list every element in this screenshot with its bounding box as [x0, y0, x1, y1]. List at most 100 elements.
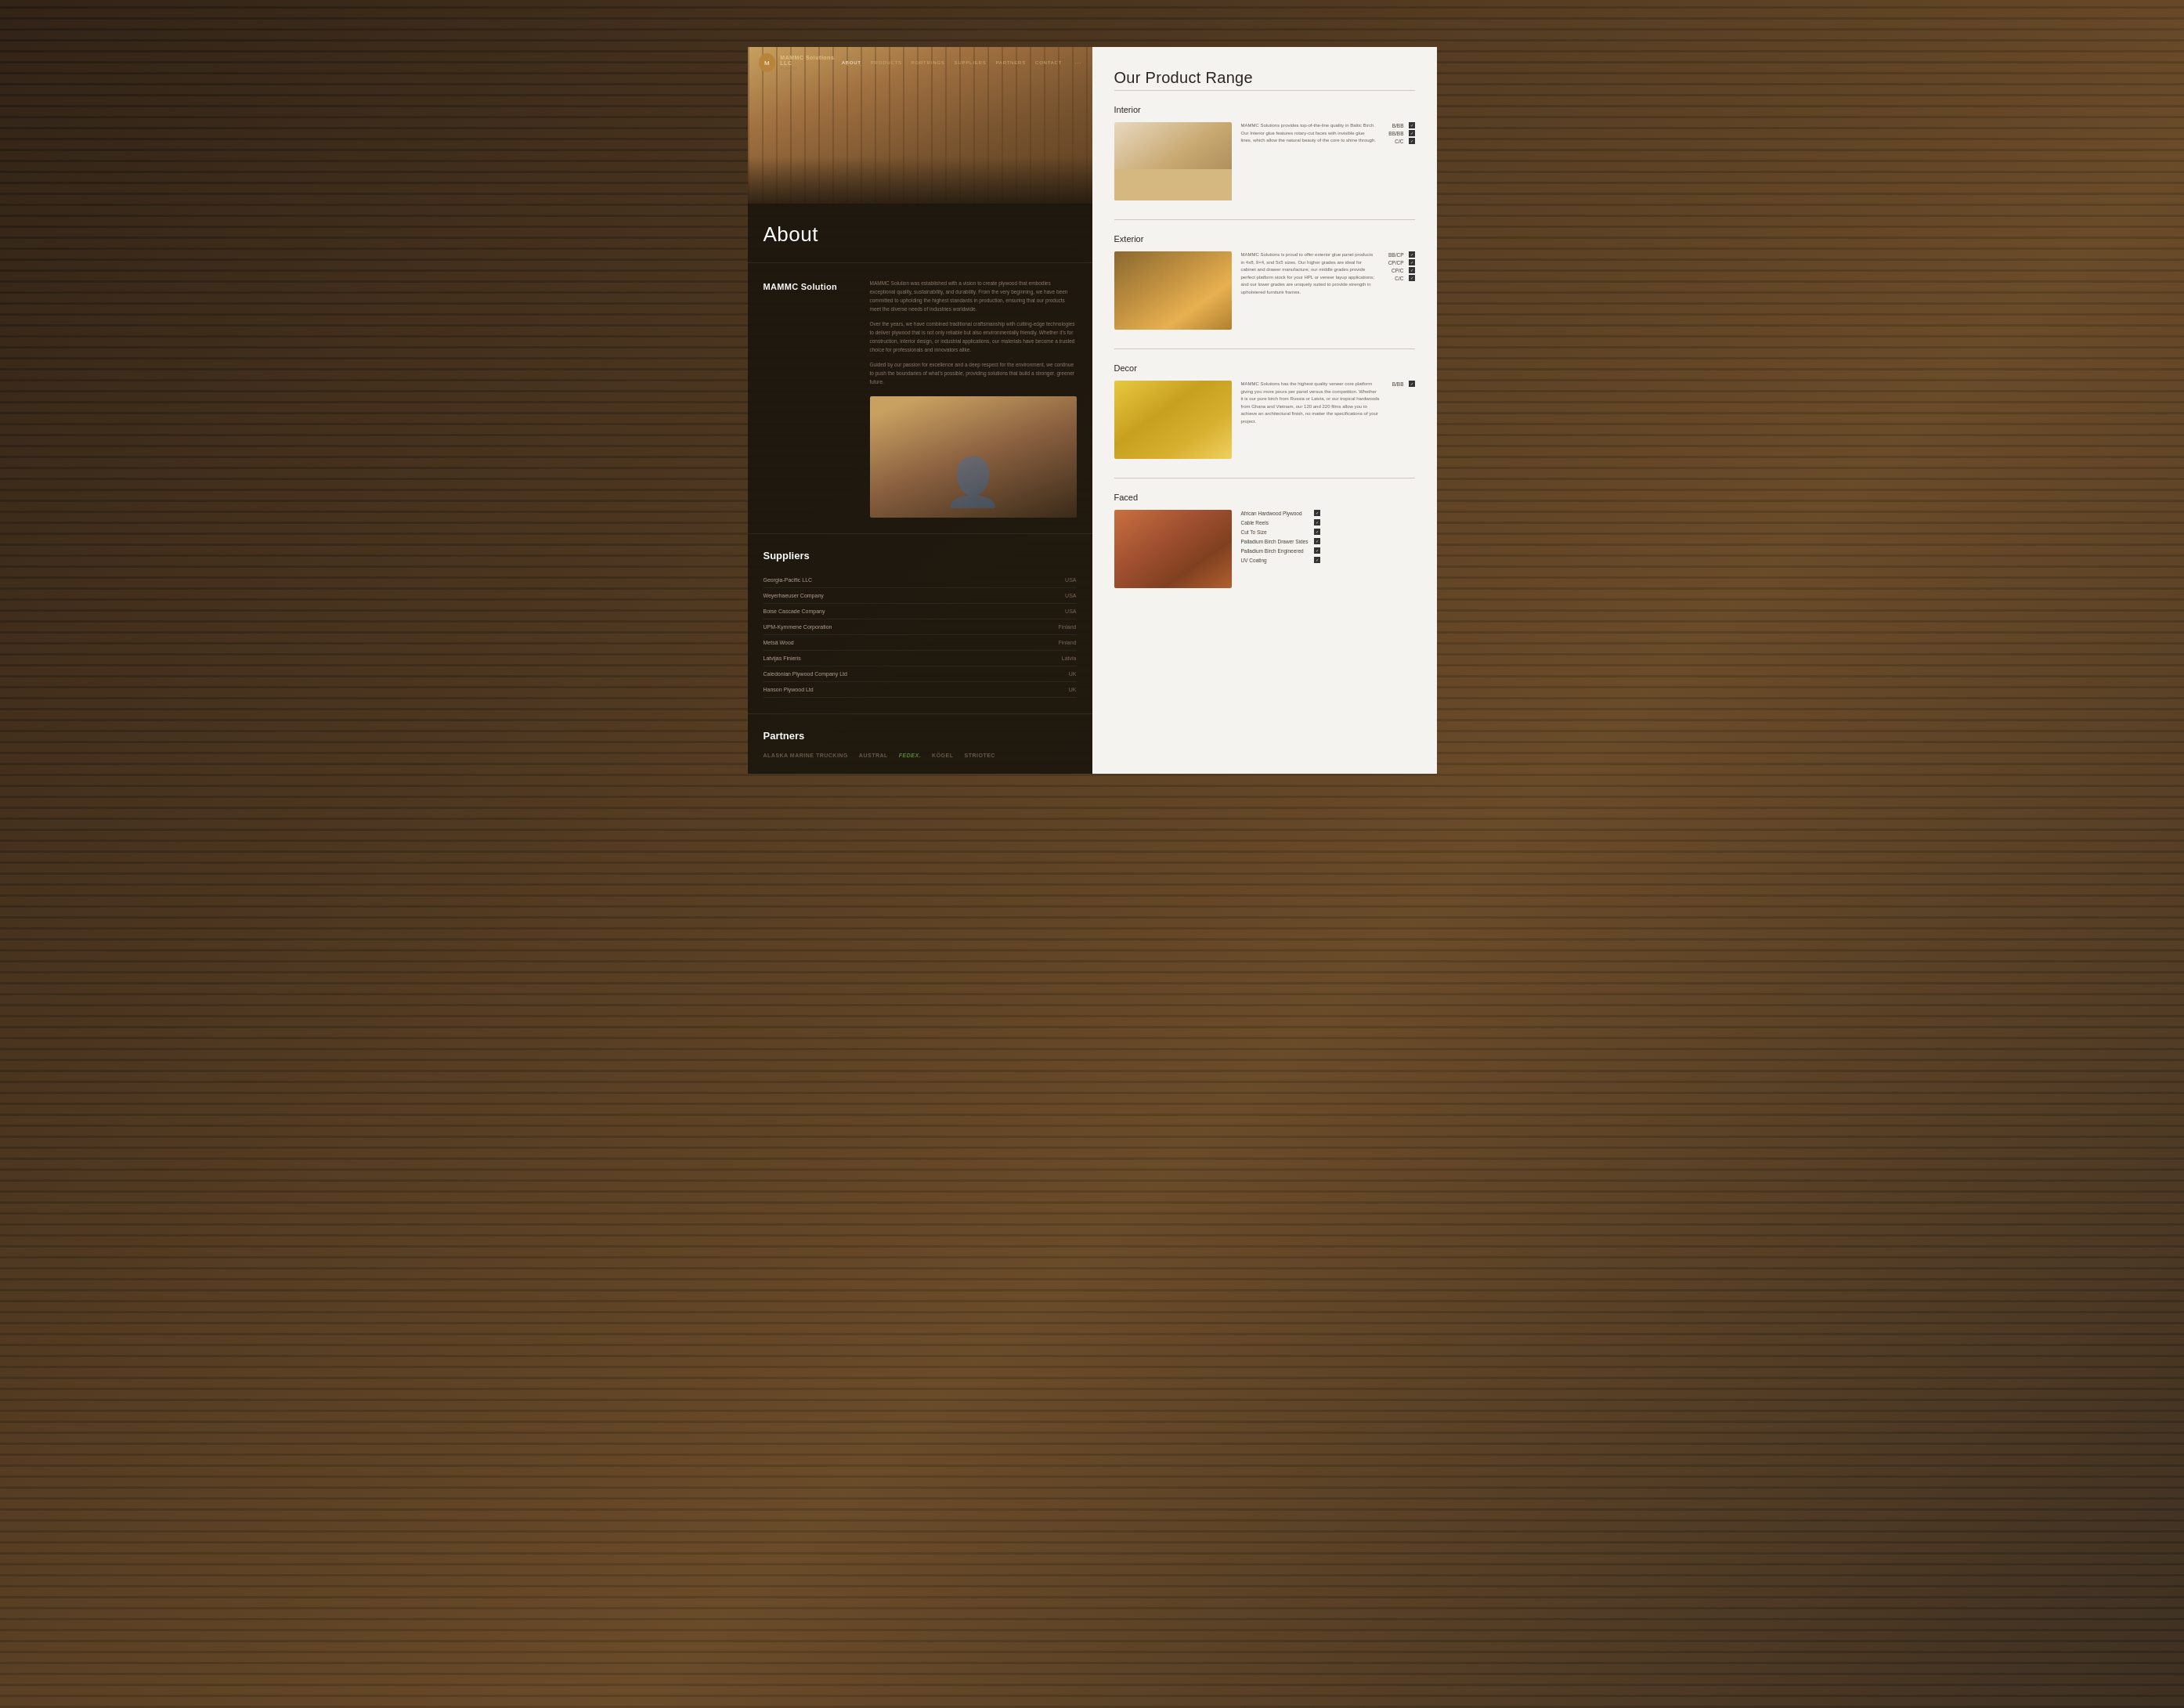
supplier-name: Latvijas Finieris	[763, 655, 801, 661]
faced-item-3: Cut To Size	[1241, 529, 1321, 535]
faced-item-6: UV Coating	[1241, 557, 1321, 563]
faced-item-5-check[interactable]	[1314, 547, 1320, 554]
faced-item-3-name: Cut To Size	[1241, 529, 1267, 535]
supplier-row: Caledonian Plywood Company Ltd UK	[763, 666, 1077, 682]
right-panel: Our Product Range Interior MAMMC Solutio…	[1092, 47, 1437, 774]
mammc-text-3: Guided by our passion for excellence and…	[870, 360, 1077, 386]
grade-c-c-check[interactable]	[1409, 138, 1415, 144]
faced-items-list: African Hardwood Plywood Cable Reels Cut…	[1241, 510, 1321, 563]
partner-kogel: KÖGEL	[932, 753, 953, 758]
nav-dots: ···	[1074, 59, 1081, 67]
supplier-row: Weyerhaeuser Company USA	[763, 588, 1077, 604]
exterior-content: MAMMC Solutions is proud to offer exteri…	[1114, 251, 1415, 330]
grade-b-bb-decor: B/BB	[1392, 381, 1415, 387]
mammc-text-1: MAMMC Solution was established with a vi…	[870, 279, 1077, 313]
faced-item-4-name: Palladium Birch Drawer Sides	[1241, 539, 1309, 544]
mammc-title-col: MAMMC Solution	[763, 279, 857, 518]
category-faced: Faced African Hardwood Plywood Cable Ree…	[1114, 493, 1415, 588]
category-exterior: Exterior MAMMC Solutions is proud to off…	[1114, 234, 1415, 330]
nav-link-contact[interactable]: CONTACT	[1035, 60, 1062, 65]
grade-bb-bb-label: BB/BB	[1388, 131, 1403, 136]
logo-text-block: MAMMC Solutions LLC Plywood	[780, 55, 842, 70]
left-panel: M MAMMC Solutions LLC Plywood ABOUT PROD…	[748, 47, 1092, 774]
grade-cp-cp-check[interactable]	[1409, 259, 1415, 265]
partner-austral: AUSTRAL	[859, 753, 888, 758]
partner-alaska: ALASKA MARINE TRUCKING	[763, 753, 848, 758]
interior-img-placeholder	[1114, 122, 1232, 200]
supplier-name: Hanson Plywood Ltd	[763, 687, 814, 692]
grade-c-c-ext-label: C/C	[1395, 276, 1403, 281]
supplier-row: Hanson Plywood Ltd UK	[763, 682, 1077, 698]
suppliers-list: Georgia-Pacific LLC USA Weyerhaeuser Com…	[763, 572, 1077, 698]
about-title: About	[763, 222, 1077, 247]
grade-b-bb-check[interactable]	[1409, 122, 1415, 128]
logo-sub: Plywood	[780, 66, 842, 70]
about-heading-area: About	[748, 204, 1092, 263]
grade-c-c-ext: C/C	[1395, 275, 1414, 281]
grade-c-c-ext-check[interactable]	[1409, 275, 1415, 281]
faced-item-3-check[interactable]	[1314, 529, 1320, 535]
nav-link-partners[interactable]: PARTNERS	[995, 60, 1026, 65]
supplier-name: Georgia-Pacific LLC	[763, 577, 813, 583]
faced-title: Faced	[1114, 493, 1415, 502]
nav-link-about[interactable]: ABOUT	[842, 60, 861, 66]
mammc-title: MAMMC Solution	[763, 282, 838, 291]
suppliers-section: Suppliers Georgia-Pacific LLC USA Weyerh…	[748, 534, 1092, 714]
faced-item-2-name: Cable Reels	[1241, 520, 1269, 525]
partners-section: Partners ALASKA MARINE TRUCKING AUSTRAL …	[748, 714, 1092, 774]
grade-bb-cp-check[interactable]	[1409, 251, 1415, 258]
interior-content: MAMMC Solutions provides top-of-the-line…	[1114, 122, 1415, 200]
mammc-text-col: MAMMC Solution was established with a vi…	[870, 279, 1077, 518]
grade-bb-cp-label: BB/CP	[1388, 252, 1404, 258]
supplier-name: UPM-Kymmene Corporation	[763, 624, 832, 630]
supplier-country: USA	[1065, 608, 1076, 614]
supplier-name: Metsä Wood	[763, 640, 794, 645]
decor-grades: B/BB	[1392, 381, 1415, 387]
supplier-name: Caledonian Plywood Company Ltd	[763, 671, 847, 677]
supplier-country: Finland	[1059, 640, 1077, 645]
grade-c-c: C/C	[1395, 138, 1414, 144]
nav-link-products[interactable]: PRODUCTS	[871, 60, 902, 65]
nav-links: ABOUT PRODUCTS PORTRINGS SUPPLIERS PARTN…	[842, 59, 1081, 67]
faced-item-6-name: UV Coating	[1241, 558, 1267, 563]
grade-bb-bb-check[interactable]	[1409, 130, 1415, 136]
mammc-section: MAMMC Solution MAMMC Solution was establ…	[748, 263, 1092, 534]
decor-description: MAMMC Solutions has the highest quality …	[1241, 381, 1380, 426]
supplier-name: Boise Cascade Company	[763, 608, 825, 614]
grade-b-bb: B/BB	[1392, 122, 1415, 128]
grade-c-c-label: C/C	[1395, 139, 1403, 144]
supplier-row: Metsä Wood Finland	[763, 635, 1077, 651]
decor-img-placeholder	[1114, 381, 1232, 459]
interior-grades: B/BB BB/BB C/C	[1388, 122, 1414, 144]
exterior-grades: BB/CP CP/CP CP/C C/C	[1388, 251, 1415, 281]
grade-b-bb-decor-check[interactable]	[1409, 381, 1415, 387]
faced-item-2: Cable Reels	[1241, 519, 1321, 525]
faced-item-6-check[interactable]	[1314, 557, 1320, 563]
grade-cp-c: CP/C	[1392, 267, 1415, 273]
faced-item-5-name: Palladium Birch Engineered	[1241, 548, 1304, 554]
product-range-title: Our Product Range	[1114, 69, 1415, 87]
page-container: M MAMMC Solutions LLC Plywood ABOUT PROD…	[0, 0, 2184, 821]
faced-item-5: Palladium Birch Engineered	[1241, 547, 1321, 554]
category-decor: Decor MAMMC Solutions has the highest qu…	[1114, 363, 1415, 459]
grade-cp-c-check[interactable]	[1409, 267, 1415, 273]
hero-image: M MAMMC Solutions LLC Plywood ABOUT PROD…	[748, 47, 1092, 204]
decor-title: Decor	[1114, 363, 1415, 373]
nav-link-portrings[interactable]: PORTRINGS	[912, 60, 945, 65]
category-interior: Interior MAMMC Solutions provides top-of…	[1114, 105, 1415, 200]
decor-text-grades: MAMMC Solutions has the highest quality …	[1241, 381, 1415, 431]
faced-item-2-check[interactable]	[1314, 519, 1320, 525]
interior-image	[1114, 122, 1232, 200]
faced-item-1-check[interactable]	[1314, 510, 1320, 516]
exterior-img-placeholder	[1114, 251, 1232, 330]
nav-link-suppliers[interactable]: SUPPLIERS	[955, 60, 987, 65]
supplier-country: USA	[1065, 593, 1076, 598]
supplier-row: Georgia-Pacific LLC USA	[763, 572, 1077, 588]
partner-striotec: STRIOTEC	[965, 753, 995, 758]
supplier-row: Latvijas Finieris Latvia	[763, 651, 1077, 666]
faced-item-4-check[interactable]	[1314, 538, 1320, 544]
nav-bar: M MAMMC Solutions LLC Plywood ABOUT PROD…	[748, 47, 1092, 78]
suppliers-title: Suppliers	[763, 550, 1077, 562]
interior-title: Interior	[1114, 105, 1415, 114]
supplier-row: Boise Cascade Company USA	[763, 604, 1077, 619]
